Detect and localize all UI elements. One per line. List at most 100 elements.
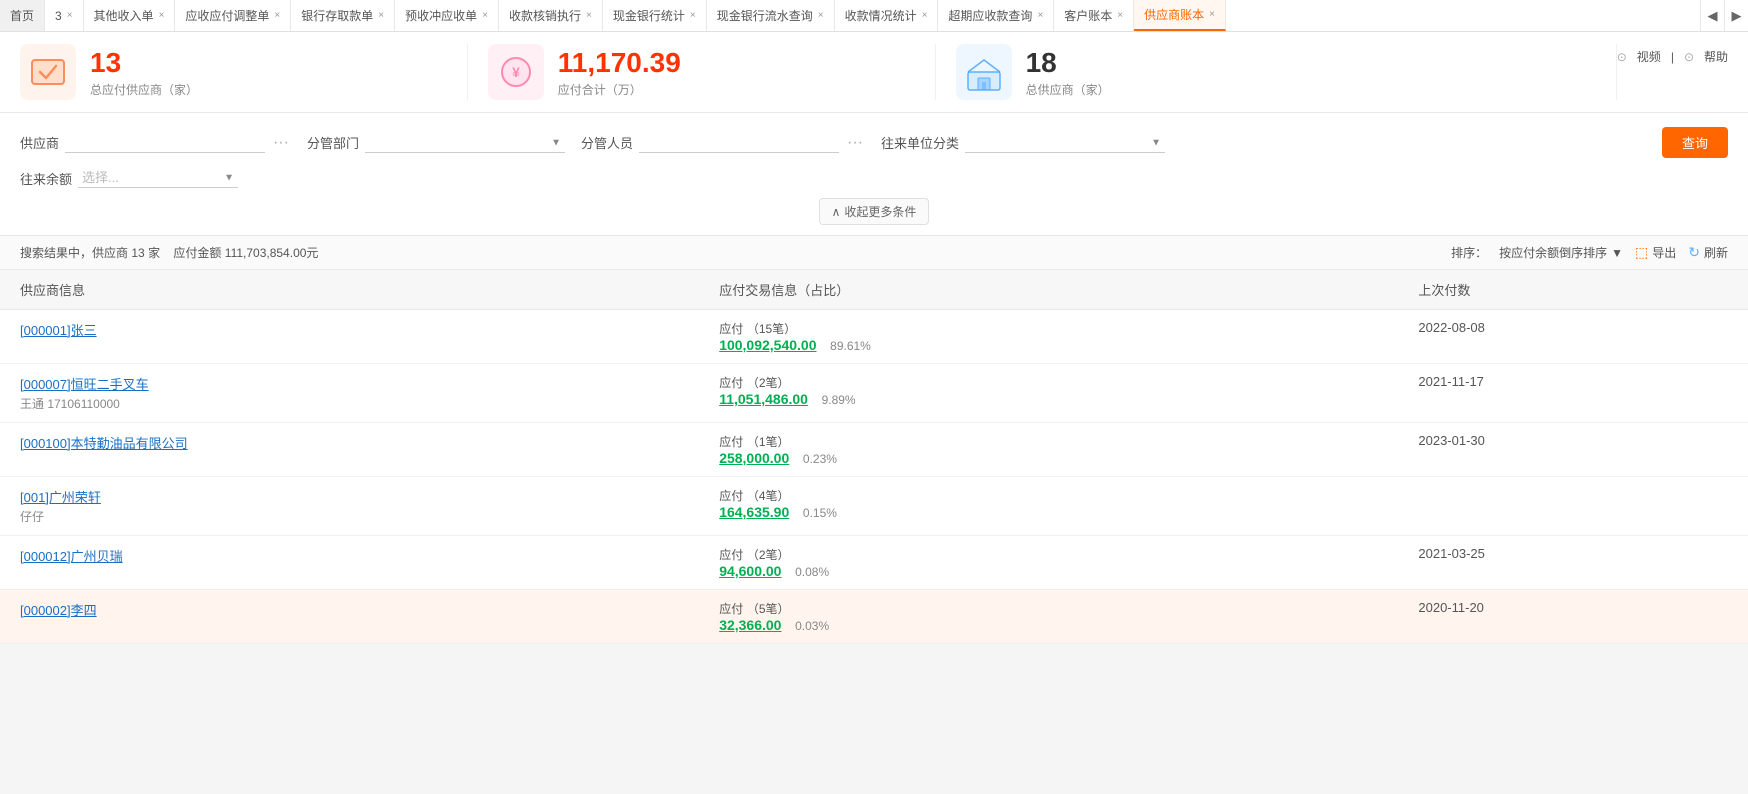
balance-input[interactable]: [78, 168, 238, 188]
close-icon[interactable]: ×: [586, 10, 592, 21]
close-icon[interactable]: ×: [482, 10, 488, 21]
stat-content-total-suppliers: 18 总供应商（家）: [1026, 46, 1596, 99]
nav-tab-cash-bank-flow[interactable]: 现金银行流水查询 ×: [707, 0, 835, 31]
person-dots-button[interactable]: ···: [845, 134, 865, 152]
last-payment-date: 2023-01-30: [1418, 433, 1485, 448]
nav-tab-other-income[interactable]: 其他收入单 ×: [84, 0, 176, 31]
nav-tab-cash-bank-stats[interactable]: 现金银行统计 ×: [603, 0, 707, 31]
filter-dept: 分管部门 ▼: [307, 133, 565, 153]
video-link[interactable]: 视频: [1637, 48, 1661, 65]
filter-person: 分管人员 ···: [581, 133, 865, 153]
collapse-button[interactable]: ∧ 收起更多条件: [819, 198, 930, 225]
nav-tab-bank-deposit[interactable]: 银行存取款单 ×: [291, 0, 395, 31]
main-table: 供应商信息 应付交易信息（占比） 上次付数 [000001]张三 应付 （15笔…: [0, 270, 1748, 644]
payable-label: 应付: [719, 322, 743, 336]
last-payment-cell: 2020-11-20: [1398, 590, 1748, 644]
supplier-link[interactable]: [000001]张三: [20, 323, 97, 338]
payable-percent: 0.15%: [803, 506, 837, 520]
stat-number-total-payable: 11,170.39: [558, 46, 915, 80]
nav-tab-supplier-account[interactable]: 供应商账本 ×: [1134, 0, 1226, 31]
payable-info-cell: 应付 （1笔） 258,000.00 0.23%: [699, 423, 1398, 477]
payable-percent: 0.23%: [803, 452, 837, 466]
nav-tab-other-income-label: 其他收入单: [94, 7, 154, 24]
table-body: [000001]张三 应付 （15笔） 100,092,540.00 89.61…: [0, 310, 1748, 644]
payable-amount-link[interactable]: 11,051,486.00: [719, 391, 808, 407]
stat-label-total-suppliers: 总供应商（家）: [1026, 81, 1596, 98]
close-icon[interactable]: ×: [1209, 9, 1215, 20]
close-icon[interactable]: ×: [378, 10, 384, 21]
payable-percent: 9.89%: [822, 393, 856, 407]
close-icon[interactable]: ×: [818, 10, 824, 21]
nav-next-arrow[interactable]: ▶: [1724, 0, 1748, 32]
payable-count: （2笔）: [747, 548, 790, 562]
payable-amount-link[interactable]: 94,600.00: [719, 563, 781, 579]
supplier-link[interactable]: [001]广州荣轩: [20, 490, 101, 505]
right-actions: 排序： 按应付余额倒序排序 ▼ ⬚ 导出 ↻ 刷新: [1451, 244, 1728, 261]
close-icon[interactable]: ×: [922, 10, 928, 21]
payable-row-label: 应付 （2笔）: [719, 374, 1378, 391]
stats-bar: 13 总应付供应商（家） ¥ 11,170.39 应付合计（万）: [0, 32, 1748, 113]
nav-prev-arrow[interactable]: ◀: [1700, 0, 1724, 32]
payable-amount-link[interactable]: 164,635.90: [719, 504, 789, 520]
last-payment-cell: 2022-08-08: [1398, 310, 1748, 364]
unit-category-input[interactable]: [965, 133, 1165, 153]
nav-tab-home[interactable]: 首页: [0, 0, 45, 31]
supplier-input[interactable]: [65, 133, 265, 153]
close-icon[interactable]: ×: [1037, 10, 1043, 21]
query-button[interactable]: 查询: [1662, 127, 1728, 158]
last-payment-date: 2020-11-20: [1418, 600, 1484, 615]
nav-tab-collection-exec[interactable]: 收款核销执行 ×: [499, 0, 603, 31]
table-row: [001]广州荣轩仔仔 应付 （4笔） 164,635.90 0.15%: [0, 477, 1748, 536]
filter-unit-category: 往来单位分类 ▼: [881, 133, 1165, 153]
nav-tab-prepay[interactable]: 预收冲应收单 ×: [395, 0, 499, 31]
stat-number-payable: 13: [90, 46, 447, 80]
th-last-payment: 上次付数: [1398, 270, 1748, 310]
stat-icon-total-suppliers: [956, 44, 1012, 100]
close-icon[interactable]: ×: [690, 10, 696, 21]
nav-tab-customer-account[interactable]: 客户账本 ×: [1054, 0, 1134, 31]
help-link[interactable]: 帮助: [1704, 48, 1728, 65]
close-icon[interactable]: ×: [274, 10, 280, 21]
filter-row-1: 供应商 ··· 分管部门 ▼ 分管人员 ··· 往来单位分类 ▼ 查询: [20, 127, 1728, 158]
stat-block-total-payable: ¥ 11,170.39 应付合计（万）: [468, 44, 936, 100]
supplier-link[interactable]: [000002]李四: [20, 603, 97, 618]
supplier-link[interactable]: [000100]本特勤油品有限公司: [20, 436, 188, 451]
payable-amount-link[interactable]: 100,092,540.00: [719, 337, 816, 353]
supplier-info-cell: [000001]张三: [0, 310, 699, 364]
payable-amount-row: 164,635.90 0.15%: [719, 504, 1378, 520]
filter-row-2: 往来余额 ▼: [20, 168, 1728, 188]
supplier-dots-button[interactable]: ···: [271, 134, 291, 152]
nav-tab-overdue-query[interactable]: 超期应收款查询 ×: [938, 0, 1054, 31]
stat-content-payable: 13 总应付供应商（家）: [90, 46, 447, 99]
payable-info-cell: 应付 （5笔） 32,366.00 0.03%: [699, 590, 1398, 644]
export-button[interactable]: ⬚ 导出: [1635, 244, 1676, 261]
dept-input[interactable]: [365, 133, 565, 153]
nav-arrows: ◀ ▶: [1700, 0, 1748, 32]
payable-amount-link[interactable]: 258,000.00: [719, 450, 789, 466]
nav-tab-3[interactable]: 3 ×: [45, 0, 84, 31]
nav-tab-collection-stats[interactable]: 收款情况统计 ×: [835, 0, 939, 31]
unit-category-label: 往来单位分类: [881, 133, 959, 152]
supplier-link[interactable]: [000007]恒旺二手叉车: [20, 377, 149, 392]
amount-value: 111,703,854.00元: [225, 246, 319, 260]
payable-percent: 0.03%: [795, 619, 829, 633]
payable-amount-link[interactable]: 32,366.00: [719, 617, 781, 633]
person-input[interactable]: [639, 133, 839, 153]
nav-tab-cash-bank-stats-label: 现金银行统计: [613, 7, 685, 24]
payable-amount-row: 94,600.00 0.08%: [719, 563, 1378, 579]
supplier-count: 13: [131, 246, 144, 260]
close-icon[interactable]: ×: [159, 10, 165, 21]
last-payment-cell: 2021-11-17: [1398, 364, 1748, 423]
balance-select-wrapper: ▼: [78, 168, 238, 188]
top-right-links: ⊙ 视频 | ⊙ 帮助: [1617, 44, 1728, 65]
circle-icon2: ⊙: [1684, 50, 1694, 64]
supplier-link[interactable]: [000012]广州贝瑞: [20, 549, 123, 564]
table-row: [000007]恒旺二手叉车王通 17106110000 应付 （2笔） 11,…: [0, 364, 1748, 423]
sort-value: 按应付余额倒序排序: [1499, 244, 1607, 261]
close-icon[interactable]: ×: [67, 10, 73, 21]
nav-tab-ap-adjust[interactable]: 应收应付调整单 ×: [175, 0, 291, 31]
refresh-button[interactable]: ↻ 刷新: [1688, 244, 1728, 261]
close-icon[interactable]: ×: [1117, 10, 1123, 21]
sort-select[interactable]: 按应付余额倒序排序 ▼: [1499, 244, 1623, 261]
payable-row-label: 应付 （15笔）: [719, 320, 1378, 337]
